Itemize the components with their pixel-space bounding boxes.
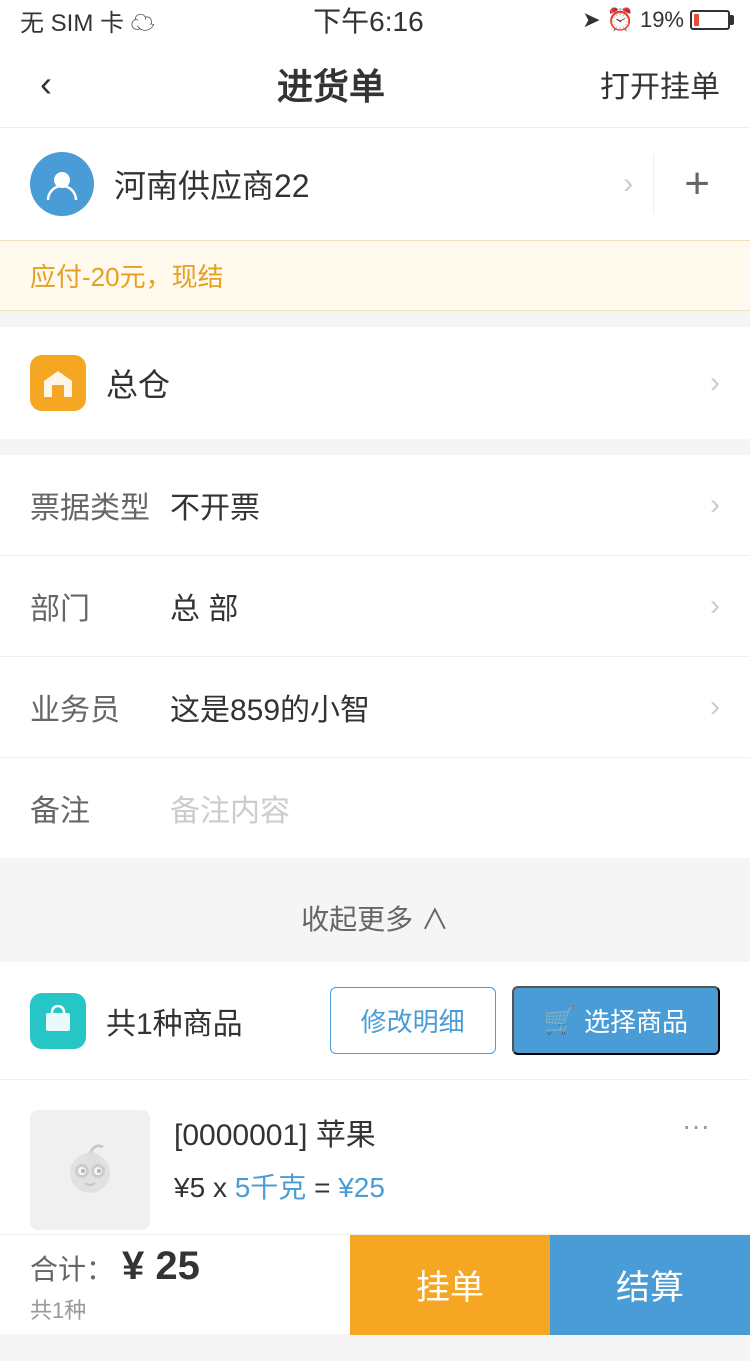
page-title: 进货单 <box>277 58 385 110</box>
back-button[interactable]: ‹ <box>30 53 62 115</box>
quantity-value: 5千克 <box>235 1172 307 1203</box>
total-sub: 共1种 <box>30 1293 320 1325</box>
supplier-divider <box>653 154 654 214</box>
warehouse-icon <box>30 355 86 411</box>
status-left: 无 SIM 卡 ☁ <box>20 3 155 38</box>
warehouse-row[interactable]: 总仓 › <box>0 327 750 439</box>
warehouse-name: 总仓 <box>106 360 710 406</box>
department-label: 部门 <box>30 584 170 628</box>
add-supplier-button[interactable]: + <box>674 159 720 209</box>
invoice-type-label: 票据类型 <box>30 483 170 527</box>
remark-input[interactable]: 备注内容 <box>170 786 720 830</box>
notice-bar: 应付-20元，现结 <box>0 240 750 311</box>
warehouse-section: 总仓 › <box>0 327 750 439</box>
supplier-avatar <box>30 152 94 216</box>
supplier-row[interactable]: 河南供应商22 › + <box>0 128 750 240</box>
department-row[interactable]: 部门 总 部 › <box>0 556 750 657</box>
collapse-row[interactable]: 收起更多 ∧ <box>0 874 750 962</box>
salesperson-row[interactable]: 业务员 这是859的小智 › <box>0 657 750 758</box>
total-amount: ¥ 25 <box>122 1244 200 1289</box>
product-price: ¥5 x 5千克 = ¥25 <box>174 1166 672 1206</box>
status-right: ➤ ⏰ 19% <box>582 7 730 33</box>
supplier-name: 河南供应商22 <box>114 161 623 207</box>
status-bar: 无 SIM 卡 ☁ 下午6:16 ➤ ⏰ 19% <box>0 0 750 40</box>
total-main: 合计： ¥ 25 <box>30 1244 320 1289</box>
supplier-section: 河南供应商22 › + 应付-20元，现结 <box>0 128 750 311</box>
remark-row[interactable]: 备注 备注内容 <box>0 758 750 858</box>
nav-bar: ‹ 进货单 打开挂单 <box>0 40 750 128</box>
open-hang-button[interactable]: 打开挂单 <box>600 62 720 106</box>
alarm-icon: ⏰ <box>607 7 634 33</box>
product-code: [0000001] <box>174 1119 307 1152</box>
invoice-type-row[interactable]: 票据类型 不开票 › <box>0 455 750 556</box>
price-value: ¥5 <box>174 1172 205 1203</box>
supplier-chevron-icon: › <box>623 167 633 201</box>
products-icon <box>30 993 86 1049</box>
bottom-bar: 合计： ¥ 25 共1种 挂单 结算 <box>0 1234 750 1334</box>
product-more-button[interactable]: ··· <box>672 1110 720 1142</box>
status-time: 下午6:16 <box>313 0 424 40</box>
hang-button[interactable]: 挂单 <box>350 1235 550 1335</box>
warehouse-chevron-icon: › <box>710 366 720 400</box>
form-section: 票据类型 不开票 › 部门 总 部 › 业务员 这是859的小智 › 备注 备注… <box>0 455 750 858</box>
multiply-icon: x <box>213 1172 235 1203</box>
department-chevron-icon: › <box>710 589 720 623</box>
checkout-button[interactable]: 结算 <box>550 1235 750 1335</box>
product-thumbnail <box>30 1110 150 1230</box>
equals-icon: = <box>314 1172 338 1203</box>
total-area: 合计： ¥ 25 共1种 <box>0 1244 350 1325</box>
invoice-type-chevron-icon: › <box>710 488 720 522</box>
products-header: 共1种商品 修改明细 🛒 选择商品 <box>0 962 750 1080</box>
collapse-label: 收起更多 ∧ <box>301 904 449 935</box>
salesperson-label: 业务员 <box>30 685 170 729</box>
product-info: [0000001] 苹果 ¥5 x 5千克 = ¥25 <box>174 1110 672 1206</box>
salesperson-value: 这是859的小智 <box>170 685 710 729</box>
product-title: 苹果 <box>316 1119 376 1152</box>
department-value: 总 部 <box>170 584 710 628</box>
invoice-type-value: 不开票 <box>170 483 710 527</box>
products-count: 共1种商品 <box>106 999 330 1043</box>
product-name: [0000001] 苹果 <box>174 1110 672 1154</box>
notice-text: 应付-20元，现结 <box>30 262 224 292</box>
select-product-button[interactable]: 🛒 选择商品 <box>512 986 720 1055</box>
total-value: ¥25 <box>338 1172 385 1203</box>
cart-icon: 🛒 <box>544 1005 576 1036</box>
total-label: 合计： <box>30 1248 114 1288</box>
edit-detail-button[interactable]: 修改明细 <box>330 987 496 1054</box>
sim-status: 无 SIM 卡 ☁ <box>20 3 155 38</box>
salesperson-chevron-icon: › <box>710 690 720 724</box>
location-icon: ➤ <box>582 7 600 33</box>
remark-label: 备注 <box>30 786 170 830</box>
battery-percent: 19% <box>640 7 684 33</box>
battery-icon <box>690 10 730 30</box>
